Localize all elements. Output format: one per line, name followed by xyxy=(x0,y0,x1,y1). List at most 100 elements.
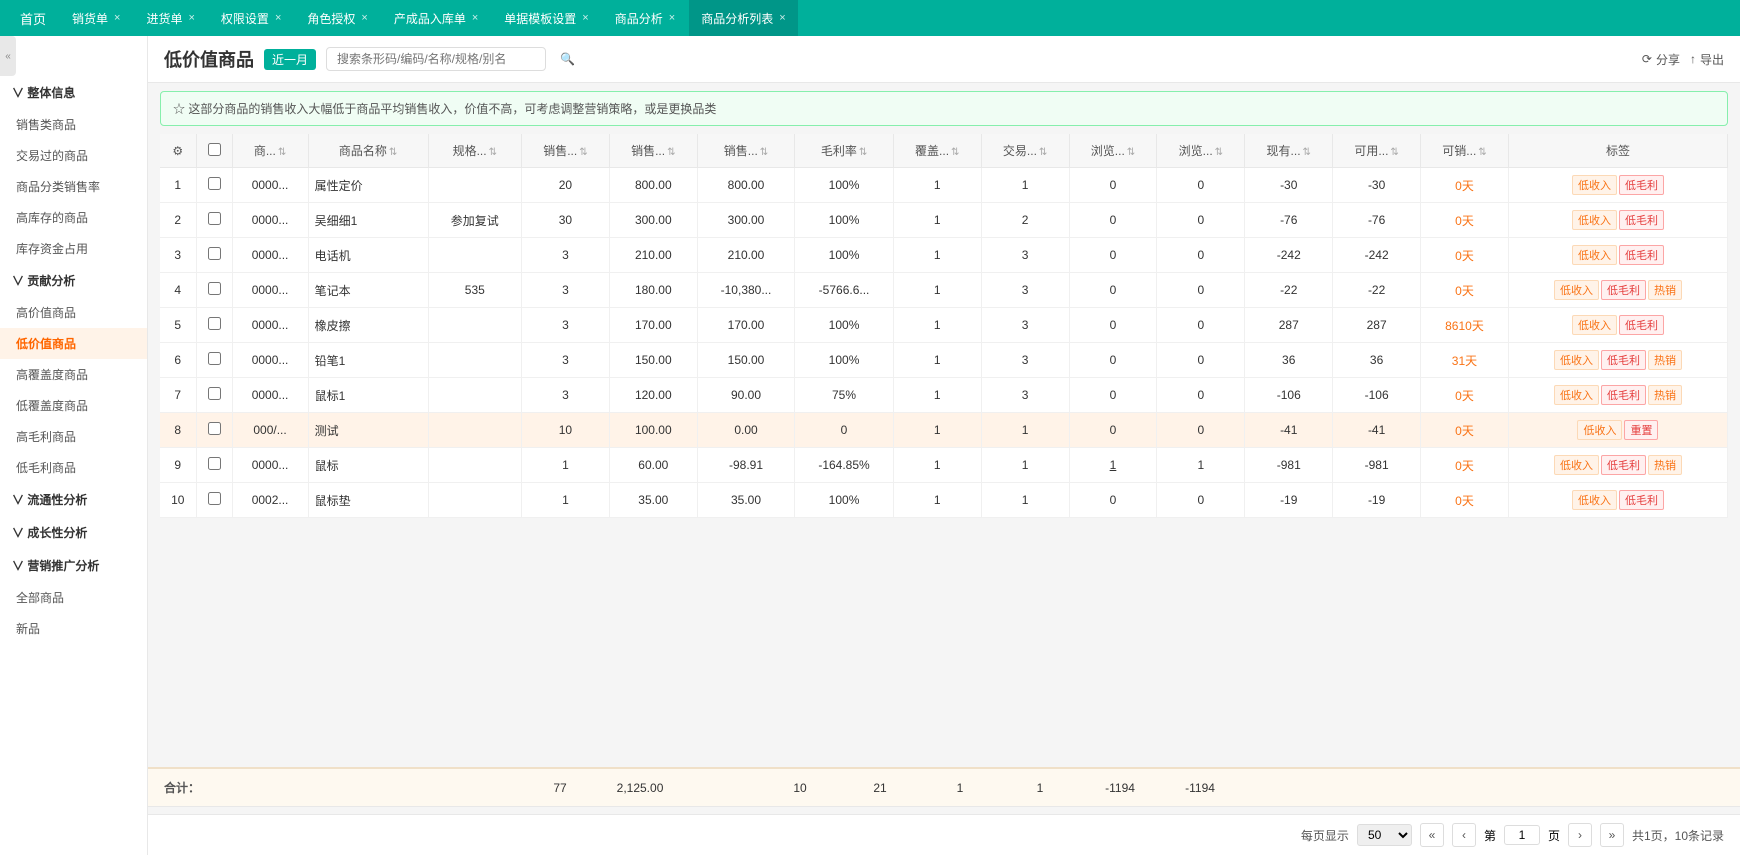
close-role-tab[interactable]: × xyxy=(361,12,367,24)
col-sales1[interactable]: 销售...⇅ xyxy=(521,134,609,168)
nav-permission[interactable]: 权限设置 × xyxy=(209,0,293,36)
row-q7[interactable]: 0 xyxy=(1069,483,1157,518)
select-all-checkbox[interactable] xyxy=(208,143,221,156)
nav-product-analysis-list[interactable]: 商品分析列表 × xyxy=(689,0,797,36)
nav-product-analysis[interactable]: 商品分析 × xyxy=(603,0,687,36)
row-q7[interactable]: 0 xyxy=(1069,378,1157,413)
row-q7[interactable]: 0 xyxy=(1069,168,1157,203)
col-margin[interactable]: 毛利率⇅ xyxy=(795,134,894,168)
col-sales2[interactable]: 销售...⇅ xyxy=(609,134,697,168)
row-checkbox[interactable] xyxy=(196,168,232,203)
row-select[interactable] xyxy=(208,212,221,225)
row-select[interactable] xyxy=(208,352,221,365)
view-link[interactable]: 1 xyxy=(1110,458,1117,472)
sidebar-item-high-margin[interactable]: 高毛利商品 xyxy=(0,421,147,452)
sidebar-item-high-inventory[interactable]: 高库存的商品 xyxy=(0,202,147,233)
sidebar-item-low-margin[interactable]: 低毛利商品 xyxy=(0,452,147,483)
row-checkbox[interactable] xyxy=(196,448,232,483)
row-q7[interactable]: 0 xyxy=(1069,203,1157,238)
col-view2[interactable]: 浏览...⇅ xyxy=(1157,134,1245,168)
row-select[interactable] xyxy=(208,422,221,435)
close-template-tab[interactable]: × xyxy=(582,12,588,24)
col-view1[interactable]: 浏览...⇅ xyxy=(1069,134,1157,168)
row-q7[interactable]: 0 xyxy=(1069,273,1157,308)
close-product-analysis-tab[interactable]: × xyxy=(669,12,675,24)
search-icon[interactable]: 🔍 xyxy=(560,52,575,66)
row-checkbox[interactable] xyxy=(196,483,232,518)
close-sales-tab[interactable]: × xyxy=(114,12,120,24)
col-checkbox[interactable] xyxy=(196,134,232,168)
row-checkbox[interactable] xyxy=(196,308,232,343)
sidebar-group-growth[interactable]: ∨ 成长性分析 xyxy=(0,516,147,549)
col-coverage[interactable]: 覆盖...⇅ xyxy=(893,134,981,168)
col-tags[interactable]: 标签 xyxy=(1508,134,1727,168)
row-select[interactable] xyxy=(208,177,221,190)
sidebar-item-low-coverage[interactable]: 低覆盖度商品 xyxy=(0,390,147,421)
nav-home[interactable]: 首页 xyxy=(8,0,58,36)
page-number-input[interactable] xyxy=(1504,825,1540,845)
col-name[interactable]: 商品名称⇅ xyxy=(308,134,428,168)
close-product-inbound-tab[interactable]: × xyxy=(472,12,478,24)
close-permission-tab[interactable]: × xyxy=(275,12,281,24)
scrollbar[interactable] xyxy=(148,806,1740,814)
sidebar-item-inventory-capital[interactable]: 库存资金占用 xyxy=(0,233,147,264)
date-filter-tag[interactable]: 近一月 xyxy=(264,49,316,70)
col-sales3[interactable]: 销售...⇅ xyxy=(697,134,795,168)
row-select[interactable] xyxy=(208,457,221,470)
row-checkbox[interactable] xyxy=(196,378,232,413)
col-settings[interactable]: ⚙ xyxy=(160,134,196,168)
sidebar-group-marketing[interactable]: ∨ 营销推广分析 xyxy=(0,549,147,582)
row-select[interactable] xyxy=(208,492,221,505)
close-product-analysis-list-tab[interactable]: × xyxy=(779,12,785,24)
row-select[interactable] xyxy=(208,282,221,295)
row-select[interactable] xyxy=(208,387,221,400)
prev-page-btn[interactable]: ‹ xyxy=(1452,823,1476,847)
row-q7[interactable]: 0 xyxy=(1069,238,1157,273)
next-page-btn[interactable]: › xyxy=(1568,823,1592,847)
first-page-btn[interactable]: « xyxy=(1420,823,1444,847)
row-checkbox[interactable] xyxy=(196,273,232,308)
col-spec[interactable]: 规格...⇅ xyxy=(428,134,521,168)
nav-role[interactable]: 角色授权 × xyxy=(295,0,379,36)
row-q2: 180.00 xyxy=(609,273,697,308)
sidebar-group-overall[interactable]: ∨ 整体信息 xyxy=(0,76,147,109)
nav-product-inbound[interactable]: 产成品入库单 × xyxy=(382,0,490,36)
row-q7[interactable]: 0 xyxy=(1069,343,1157,378)
row-checkbox[interactable] xyxy=(196,238,232,273)
col-available-inv[interactable]: 可用...⇅ xyxy=(1333,134,1421,168)
sidebar-item-low-value[interactable]: 低价值商品 xyxy=(0,328,147,359)
sidebar-item-high-value[interactable]: 高价值商品 xyxy=(0,297,147,328)
sidebar-item-sales-products[interactable]: 销售类商品 xyxy=(0,109,147,140)
sidebar-item-traded-products[interactable]: 交易过的商品 xyxy=(0,140,147,171)
nav-sales[interactable]: 销货单 × xyxy=(60,0,132,36)
view-link: 0 xyxy=(1110,178,1117,192)
sidebar-item-new-products[interactable]: 新品 xyxy=(0,613,147,644)
col-trade[interactable]: 交易...⇅ xyxy=(981,134,1069,168)
sidebar-group-contribution[interactable]: ∨ 贡献分析 xyxy=(0,264,147,297)
col-current-inv[interactable]: 现有...⇅ xyxy=(1245,134,1333,168)
row-select[interactable] xyxy=(208,247,221,260)
col-code[interactable]: 商...⇅ xyxy=(232,134,308,168)
close-purchase-tab[interactable]: × xyxy=(188,12,194,24)
row-q4: 100% xyxy=(795,483,894,518)
search-input[interactable] xyxy=(326,47,546,71)
row-q7[interactable]: 0 xyxy=(1069,413,1157,448)
nav-template[interactable]: 单据模板设置 × xyxy=(492,0,600,36)
sidebar-item-high-coverage[interactable]: 高覆盖度商品 xyxy=(0,359,147,390)
sidebar-group-circulation[interactable]: ∨ 流通性分析 xyxy=(0,483,147,516)
row-checkbox[interactable] xyxy=(196,343,232,378)
sidebar-item-category-sales[interactable]: 商品分类销售率 xyxy=(0,171,147,202)
row-select[interactable] xyxy=(208,317,221,330)
row-q7[interactable]: 1 xyxy=(1069,448,1157,483)
export-button[interactable]: ↑ 导出 xyxy=(1690,51,1724,68)
row-q7[interactable]: 0 xyxy=(1069,308,1157,343)
col-saleable-inv[interactable]: 可销...⇅ xyxy=(1421,134,1509,168)
row-checkbox[interactable] xyxy=(196,203,232,238)
row-checkbox[interactable] xyxy=(196,413,232,448)
nav-purchase[interactable]: 进货单 × xyxy=(134,0,206,36)
sidebar-item-all-products[interactable]: 全部商品 xyxy=(0,582,147,613)
page-size-select[interactable]: 50 100 200 xyxy=(1357,824,1412,846)
last-page-btn[interactable]: » xyxy=(1600,823,1624,847)
sidebar-collapse-btn[interactable]: « xyxy=(0,36,16,76)
share-button[interactable]: ⟳ 分享 xyxy=(1642,51,1680,68)
